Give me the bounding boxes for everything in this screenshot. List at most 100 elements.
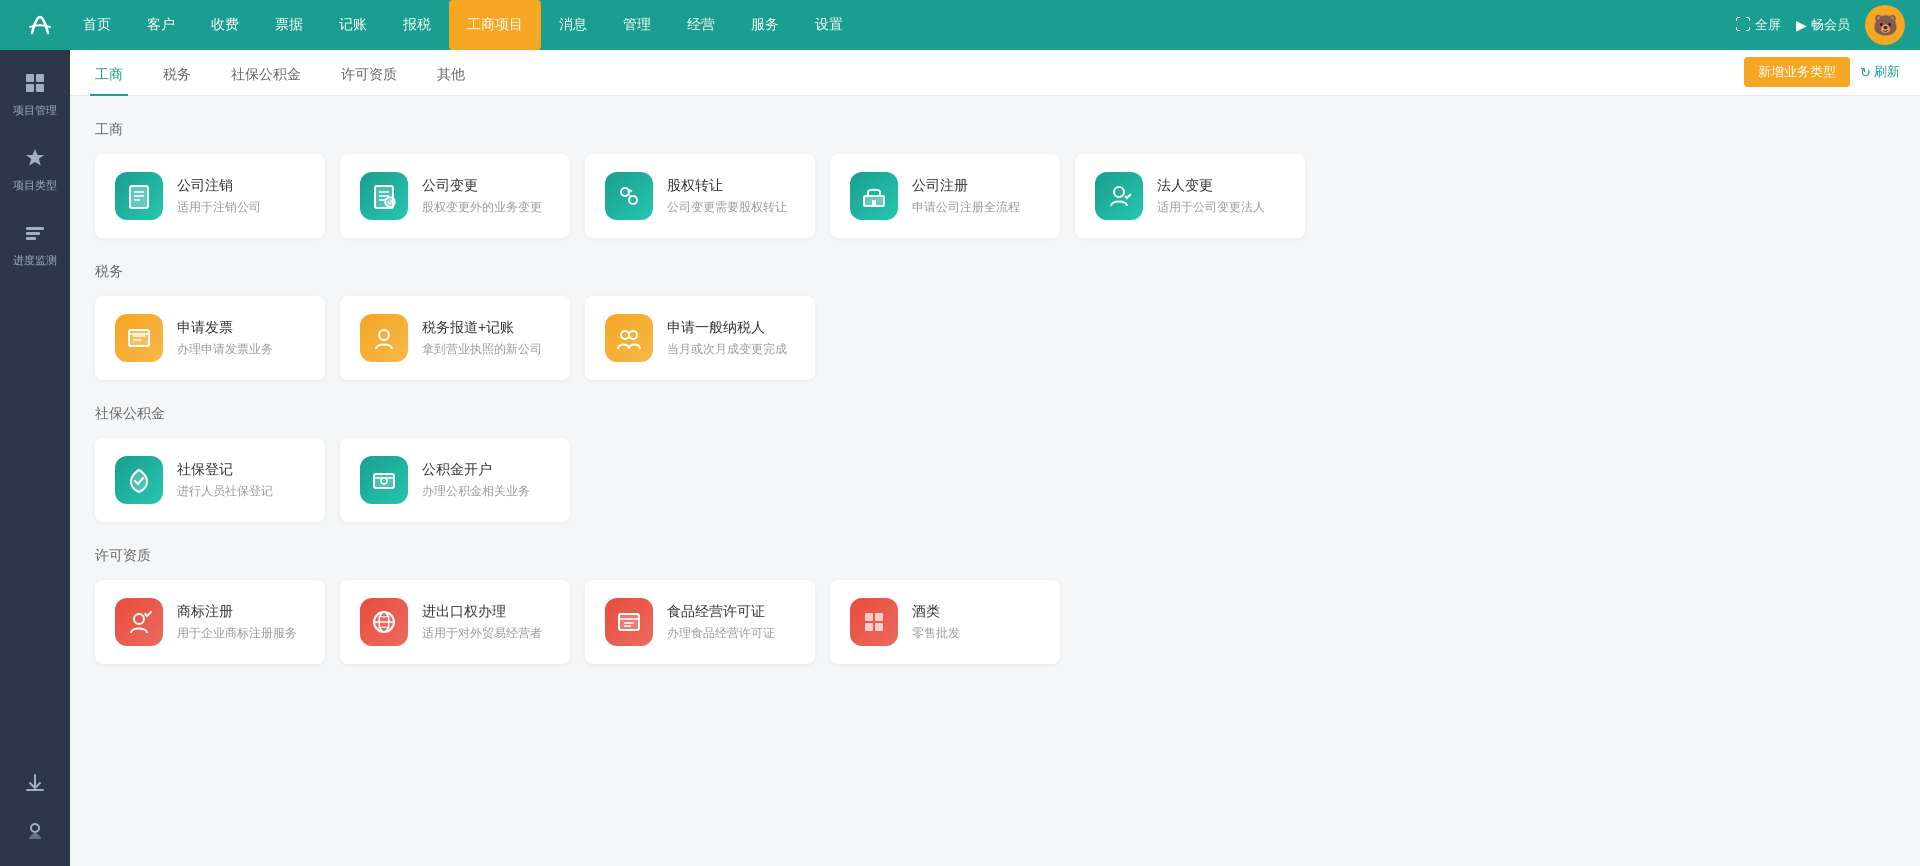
svg-rect-3 xyxy=(36,84,44,92)
section-title-business: 工商 xyxy=(95,121,1895,139)
general-taxpayer-desc: 当月或次月成变更完成 xyxy=(667,341,795,358)
card-company-change[interactable]: 公司变更 股权变更外的业务变更 xyxy=(340,154,570,238)
cards-grid-business: 公司注销 适用于注销公司 xyxy=(95,154,1895,238)
svg-rect-23 xyxy=(872,200,876,206)
card-provident-fund[interactable]: 公积金开户 办理公积金相关业务 xyxy=(340,438,570,522)
svg-rect-6 xyxy=(26,232,40,235)
nav-client[interactable]: 客户 xyxy=(129,0,193,50)
social-insurance-title: 社保登记 xyxy=(177,461,305,479)
svg-rect-31 xyxy=(374,474,394,488)
sidebar-download-button[interactable] xyxy=(0,762,70,804)
company-cancel-title: 公司注销 xyxy=(177,177,305,195)
svg-point-30 xyxy=(629,331,637,339)
nav-operation[interactable]: 经营 xyxy=(669,0,733,50)
card-company-cancel[interactable]: 公司注销 适用于注销公司 xyxy=(95,154,325,238)
nav-fee[interactable]: 收费 xyxy=(193,0,257,50)
card-import-export[interactable]: 进出口权办理 适用于对外贸易经营者 xyxy=(340,580,570,664)
nav-bill[interactable]: 票据 xyxy=(257,0,321,50)
svg-rect-7 xyxy=(26,237,36,240)
user-avatar[interactable]: 🐻 xyxy=(1865,5,1905,45)
svg-rect-42 xyxy=(865,613,873,621)
sidebar-bottom xyxy=(0,762,70,866)
tab-social-insurance[interactable]: 社保公积金 xyxy=(226,56,306,96)
tab-tax[interactable]: 税务 xyxy=(158,56,196,96)
refresh-icon: ↻ xyxy=(1860,65,1871,80)
card-apply-invoice[interactable]: 申请发票 办理申请发票业务 xyxy=(95,296,325,380)
nav-manage[interactable]: 管理 xyxy=(605,0,669,50)
nav-home[interactable]: 首页 xyxy=(65,0,129,50)
card-tax-report[interactable]: 税务报道+记账 拿到营业执照的新公司 xyxy=(340,296,570,380)
sidebar-item-progress[interactable]: 进度监测 xyxy=(0,210,70,280)
legal-change-icon xyxy=(1095,172,1143,220)
food-license-icon xyxy=(605,598,653,646)
trademark-desc: 用于企业商标注册服务 xyxy=(177,625,305,642)
company-register-desc: 申请公司注册全流程 xyxy=(912,199,1040,216)
fullscreen-icon: ⛶ xyxy=(1735,16,1751,34)
vip-label: 畅会员 xyxy=(1811,16,1850,34)
nav-service[interactable]: 服务 xyxy=(733,0,797,50)
card-equity-transfer[interactable]: 股权转让 公司变更需要股权转让 xyxy=(585,154,815,238)
refresh-button[interactable]: ↻ 刷新 xyxy=(1860,63,1900,81)
tabs: 工商 税务 社保公积金 许可资质 其他 xyxy=(90,56,470,95)
cards-grid-tax: 申请发票 办理申请发票业务 税务报道+记账 拿到营业执照的新公司 xyxy=(95,296,1895,380)
tax-report-icon xyxy=(360,314,408,362)
social-insurance-icon xyxy=(115,456,163,504)
content-area: 工商 税务 社保公积金 许可资质 其他 新增业务类型 ↻ 刷新 工商 xyxy=(70,50,1920,866)
card-social-insurance[interactable]: 社保登记 进行人员社保登记 xyxy=(95,438,325,522)
equity-transfer-icon xyxy=(605,172,653,220)
app-logo xyxy=(15,0,65,50)
scroll-content: 工商 公司注销 适用于注销公司 xyxy=(70,96,1920,866)
svg-rect-1 xyxy=(36,74,44,82)
cards-grid-insurance: 社保登记 进行人员社保登记 公积金开户 办理公积金相关业务 xyxy=(95,438,1895,522)
section-title-tax: 税务 xyxy=(95,263,1895,281)
company-register-icon xyxy=(850,172,898,220)
svg-rect-38 xyxy=(619,614,639,630)
svg-point-29 xyxy=(621,331,629,339)
sidebar-item-project-manage[interactable]: 项目管理 xyxy=(0,60,70,130)
svg-rect-45 xyxy=(875,623,883,631)
card-trademark[interactable]: 商标注册 用于企业商标注册服务 xyxy=(95,580,325,664)
provident-fund-text: 公积金开户 办理公积金相关业务 xyxy=(422,461,550,500)
apply-invoice-desc: 办理申请发票业务 xyxy=(177,341,305,358)
food-license-text: 食品经营许可证 办理食品经营许可证 xyxy=(667,603,795,642)
nav-settings[interactable]: 设置 xyxy=(797,0,861,50)
card-food-license[interactable]: 食品经营许可证 办理食品经营许可证 xyxy=(585,580,815,664)
trademark-title: 商标注册 xyxy=(177,603,305,621)
company-cancel-desc: 适用于注销公司 xyxy=(177,199,305,216)
nav-tax[interactable]: 报税 xyxy=(385,0,449,50)
sidebar: 项目管理 项目类型 进度监测 xyxy=(0,50,70,866)
vip-button[interactable]: ▶ 畅会员 xyxy=(1796,16,1850,34)
food-license-desc: 办理食品经营许可证 xyxy=(667,625,795,642)
general-taxpayer-icon xyxy=(605,314,653,362)
card-general-taxpayer[interactable]: 申请一般纳税人 当月或次月成变更完成 xyxy=(585,296,815,380)
section-title-license: 许可资质 xyxy=(95,547,1895,565)
import-export-icon xyxy=(360,598,408,646)
nav-business[interactable]: 工商项目 xyxy=(449,0,541,50)
legal-change-title: 法人变更 xyxy=(1157,177,1285,195)
nav-items: 首页 客户 收费 票据 记账 报税 工商项目 消息 管理 经营 服务 设置 xyxy=(65,0,1735,50)
svg-point-19 xyxy=(621,188,629,196)
card-legal-change[interactable]: 法人变更 适用于公司变更法人 xyxy=(1075,154,1305,238)
general-taxpayer-title: 申请一般纳税人 xyxy=(667,319,795,337)
nav-message[interactable]: 消息 xyxy=(541,0,605,50)
tab-business[interactable]: 工商 xyxy=(90,56,128,96)
provident-fund-title: 公积金开户 xyxy=(422,461,550,479)
project-type-icon xyxy=(24,147,46,174)
card-liquor[interactable]: 酒类 零售批发 xyxy=(830,580,1060,664)
company-register-title: 公司注册 xyxy=(912,177,1040,195)
svg-rect-25 xyxy=(129,330,149,346)
sidebar-item-project-type[interactable]: 项目类型 xyxy=(0,135,70,205)
sidebar-location-button[interactable] xyxy=(0,809,70,851)
sidebar-label-project-type: 项目类型 xyxy=(13,178,57,193)
company-cancel-text: 公司注销 适用于注销公司 xyxy=(177,177,305,216)
progress-icon xyxy=(24,222,46,249)
card-company-register[interactable]: 公司注册 申请公司注册全流程 xyxy=(830,154,1060,238)
tab-other[interactable]: 其他 xyxy=(432,56,470,96)
add-type-button[interactable]: 新增业务类型 xyxy=(1744,57,1850,87)
import-export-text: 进出口权办理 适用于对外贸易经营者 xyxy=(422,603,550,642)
nav-accounting[interactable]: 记账 xyxy=(321,0,385,50)
fullscreen-button[interactable]: ⛶ 全屏 xyxy=(1735,16,1781,34)
svg-point-20 xyxy=(629,196,637,204)
top-nav-right: ⛶ 全屏 ▶ 畅会员 🐻 xyxy=(1735,5,1920,45)
tab-license[interactable]: 许可资质 xyxy=(336,56,402,96)
